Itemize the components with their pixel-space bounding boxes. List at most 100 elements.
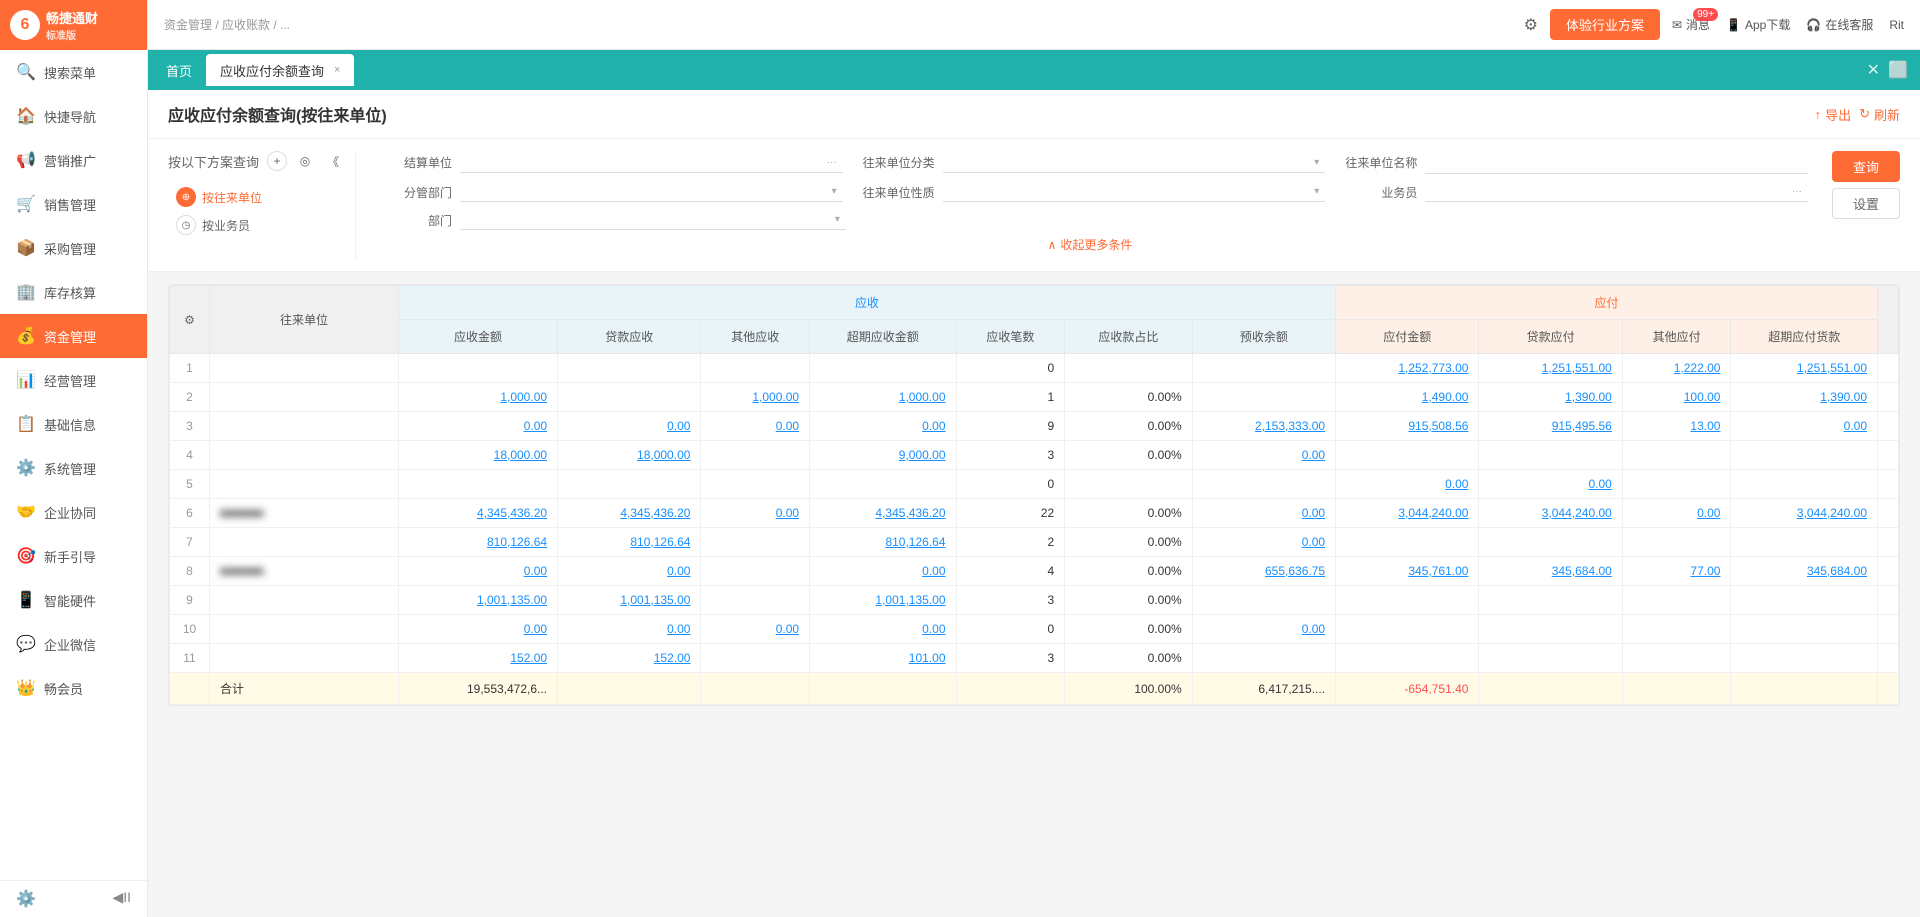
sidebar-item-search[interactable]: 🔍 搜索菜单 — [0, 50, 147, 94]
collapse-more-button[interactable]: ∧ 收起更多条件 — [372, 230, 1808, 259]
data-cell[interactable]: 100.00 — [1622, 383, 1731, 412]
data-cell[interactable]: 810,126.64 — [810, 528, 956, 557]
filter-collapse-icon[interactable]: 《 — [323, 151, 343, 171]
sidebar-item-hardware[interactable]: 📱 智能硬件 — [0, 578, 147, 622]
data-cell[interactable]: 1,251,551.00 — [1479, 354, 1622, 383]
sidebar-item-operation[interactable]: 📊 经营管理 — [0, 358, 147, 402]
query-button[interactable]: 查询 — [1832, 151, 1900, 182]
data-cell[interactable]: 9,000.00 — [810, 441, 956, 470]
data-cell[interactable]: 0.00 — [701, 615, 810, 644]
sidebar-item-purchase[interactable]: 📦 采购管理 — [0, 226, 147, 270]
data-cell[interactable]: 0.00 — [1731, 412, 1878, 441]
data-cell[interactable]: 4,345,436.20 — [810, 499, 956, 528]
data-cell[interactable]: 0.00 — [558, 615, 701, 644]
sidebar-item-corp[interactable]: 🤝 企业协同 — [0, 490, 147, 534]
data-cell[interactable]: 1,000.00 — [810, 383, 956, 412]
data-cell[interactable]: 345,761.00 — [1336, 557, 1479, 586]
data-cell[interactable]: 810,126.64 — [398, 528, 557, 557]
scheme-by-salesperson[interactable]: ◷ 按业务员 — [168, 211, 343, 239]
sidebar-item-member[interactable]: 👑 畅会员 — [0, 666, 147, 710]
sidebar-item-basic[interactable]: 📋 基础信息 — [0, 402, 147, 446]
settlement-unit-input[interactable]: ··· — [460, 153, 843, 173]
data-cell[interactable]: 1,251,551.00 — [1731, 354, 1878, 383]
data-cell[interactable]: 0.00 — [1192, 441, 1335, 470]
sidebar-item-marketing[interactable]: 📢 营销推广 — [0, 138, 147, 182]
data-cell[interactable]: 810,126.64 — [558, 528, 701, 557]
data-cell[interactable]: 0.00 — [1336, 470, 1479, 499]
refresh-button[interactable]: ↻ 刷新 — [1859, 105, 1900, 124]
data-cell[interactable]: 1,001,135.00 — [558, 586, 701, 615]
data-cell[interactable]: 101.00 — [810, 644, 956, 673]
data-cell[interactable]: 0.00 — [810, 615, 956, 644]
tab-home[interactable]: 首页 — [152, 54, 206, 86]
data-cell[interactable]: 0.00 — [558, 412, 701, 441]
tab-expand-icon[interactable]: ⬜ — [1888, 60, 1908, 80]
data-cell[interactable]: 4,345,436.20 — [558, 499, 701, 528]
app-download-link[interactable]: 📱 App下载 — [1726, 16, 1790, 33]
data-cell[interactable]: 1,001,135.00 — [398, 586, 557, 615]
data-cell[interactable]: 18,000.00 — [398, 441, 557, 470]
data-cell[interactable]: 915,495.56 — [1479, 412, 1622, 441]
data-cell[interactable]: 0.00 — [1192, 615, 1335, 644]
data-cell[interactable]: 915,508.56 — [1336, 412, 1479, 441]
data-cell[interactable]: 1,390.00 — [1479, 383, 1622, 412]
data-cell[interactable]: 0.00 — [558, 557, 701, 586]
data-cell[interactable]: 4,345,436.20 — [398, 499, 557, 528]
data-cell[interactable]: 0.00 — [1192, 499, 1335, 528]
data-cell[interactable]: 3,044,240.00 — [1336, 499, 1479, 528]
data-cell[interactable]: 152.00 — [398, 644, 557, 673]
table-settings-icon[interactable]: ⚙ — [184, 313, 195, 327]
data-cell[interactable]: 152.00 — [558, 644, 701, 673]
data-cell[interactable]: 0.00 — [810, 557, 956, 586]
data-cell[interactable]: 0.00 — [398, 615, 557, 644]
tab-close-icon[interactable]: × — [334, 64, 340, 76]
data-cell[interactable]: 345,684.00 — [1731, 557, 1878, 586]
data-cell[interactable]: 0.00 — [1622, 499, 1731, 528]
data-cell[interactable]: 1,000.00 — [398, 383, 557, 412]
filter-target-icon[interactable]: ◎ — [295, 151, 315, 171]
data-cell[interactable]: 13.00 — [1622, 412, 1731, 441]
sidebar-collapse-icon[interactable]: ◀II — [112, 889, 131, 909]
data-cell[interactable]: 3,044,240.00 — [1479, 499, 1622, 528]
sidebar-item-inventory[interactable]: 🏢 库存核算 — [0, 270, 147, 314]
data-cell[interactable]: 0.00 — [1192, 528, 1335, 557]
partner-nature-select[interactable]: ▾ — [943, 182, 1326, 202]
solution-button[interactable]: 体验行业方案 — [1550, 9, 1660, 40]
message-button[interactable]: ✉ 消息 99+ — [1672, 16, 1710, 33]
online-service-link[interactable]: 🎧 在线客服 — [1806, 16, 1873, 33]
export-button[interactable]: ↑ 导出 — [1815, 105, 1852, 124]
data-cell[interactable]: 0.00 — [701, 412, 810, 441]
settings-button[interactable]: 设置 — [1832, 188, 1900, 219]
sidebar-settings-icon[interactable]: ⚙️ — [16, 889, 36, 909]
data-cell[interactable]: 1,001,135.00 — [810, 586, 956, 615]
branch-dept-select[interactable]: ▾ — [460, 182, 843, 202]
data-cell[interactable]: 0.00 — [1479, 470, 1622, 499]
data-cell[interactable]: 1,390.00 — [1731, 383, 1878, 412]
data-cell[interactable]: 655,636.75 — [1192, 557, 1335, 586]
data-cell[interactable]: 3,044,240.00 — [1731, 499, 1878, 528]
scheme-by-partner[interactable]: ⊕ 按往来单位 — [168, 183, 343, 211]
sidebar-item-finance[interactable]: 💰 资金管理 — [0, 314, 147, 358]
data-cell[interactable]: 0.00 — [810, 412, 956, 441]
data-cell[interactable]: 1,490.00 — [1336, 383, 1479, 412]
partner-category-select[interactable]: ▾ — [943, 153, 1326, 173]
sidebar-item-sales[interactable]: 🛒 销售管理 — [0, 182, 147, 226]
sidebar-item-system[interactable]: ⚙️ 系统管理 — [0, 446, 147, 490]
sidebar-item-quick[interactable]: 🏠 快捷导航 — [0, 94, 147, 138]
salesperson-select[interactable]: ··· — [1425, 182, 1808, 202]
partner-name-input[interactable] — [1425, 151, 1808, 174]
data-cell[interactable]: 1,000.00 — [701, 383, 810, 412]
gear-icon[interactable]: ⚙ — [1524, 15, 1538, 35]
data-cell[interactable]: 0.00 — [398, 557, 557, 586]
tab-close-window-icon[interactable]: ✕ — [1867, 60, 1880, 80]
sidebar-item-guide[interactable]: 🎯 新手引导 — [0, 534, 147, 578]
data-cell[interactable]: 2,153,333.00 — [1192, 412, 1335, 441]
data-cell[interactable]: 345,684.00 — [1479, 557, 1622, 586]
sidebar-item-wechat[interactable]: 💬 企业微信 — [0, 622, 147, 666]
dept-select[interactable]: ▾ — [460, 210, 846, 230]
data-cell[interactable]: 77.00 — [1622, 557, 1731, 586]
data-cell[interactable]: 18,000.00 — [558, 441, 701, 470]
data-cell[interactable]: 1,252,773.00 — [1336, 354, 1479, 383]
data-cell[interactable]: 0.00 — [701, 499, 810, 528]
data-cell[interactable]: 1,222.00 — [1622, 354, 1731, 383]
